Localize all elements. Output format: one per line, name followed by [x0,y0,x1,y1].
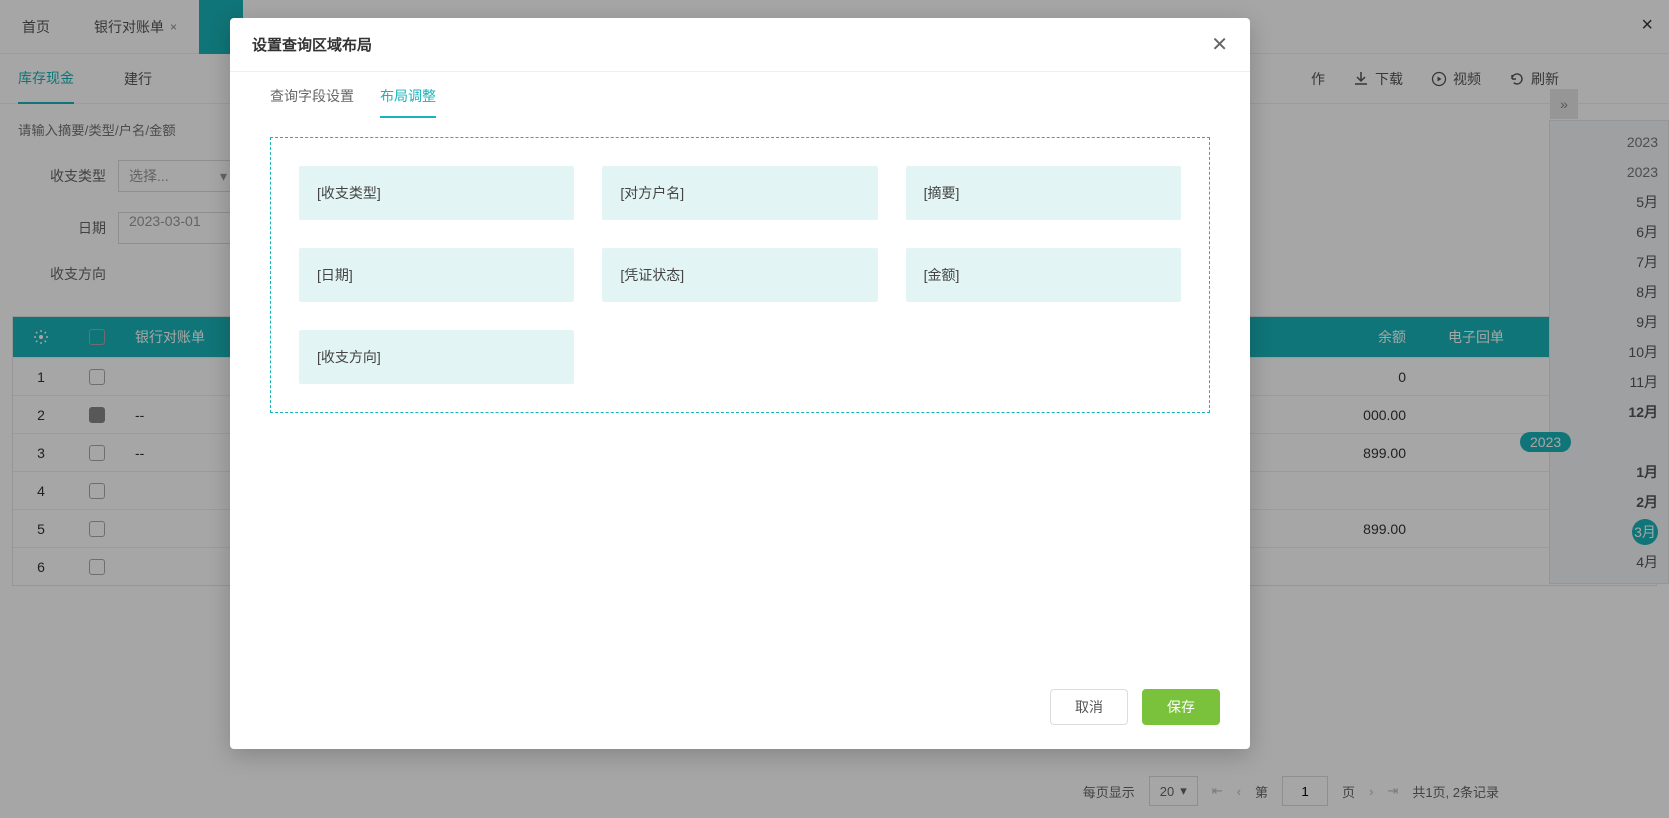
layout-chip[interactable]: [日期] [299,248,574,302]
modal-tab-fields[interactable]: 查询字段设置 [270,86,354,118]
modal-title: 设置查询区域布局 [252,34,372,55]
save-button-label: 保存 [1167,697,1195,717]
close-icon[interactable]: ✕ [1211,32,1228,57]
modal-tab-layout-label: 布局调整 [380,88,436,104]
modal-tabs: 查询字段设置 布局调整 [230,72,1250,119]
cancel-button[interactable]: 取消 [1050,689,1128,725]
save-button[interactable]: 保存 [1142,689,1220,725]
layout-chip[interactable]: [凭证状态] [602,248,877,302]
modal-footer: 取消 保存 [230,671,1250,749]
layout-chip[interactable]: [摘要] [906,166,1181,220]
layout-chip[interactable]: [收支类型] [299,166,574,220]
layout-chip[interactable]: [对方户名] [602,166,877,220]
layout-drop-area[interactable]: [收支类型] [对方户名] [摘要] [日期] [凭证状态] [金额] [收支方向] [270,137,1210,413]
layout-settings-modal: 设置查询区域布局 ✕ 查询字段设置 布局调整 [收支类型][对方户名][摘要][… [230,18,1250,749]
layout-chip[interactable]: [收支方向] [299,330,574,384]
layout-chip[interactable]: [金额] [906,248,1181,302]
modal-tab-layout[interactable]: 布局调整 [380,86,436,118]
modal-tab-fields-label: 查询字段设置 [270,88,354,104]
cancel-button-label: 取消 [1075,697,1103,717]
modal-header: 设置查询区域布局 ✕ [230,18,1250,72]
